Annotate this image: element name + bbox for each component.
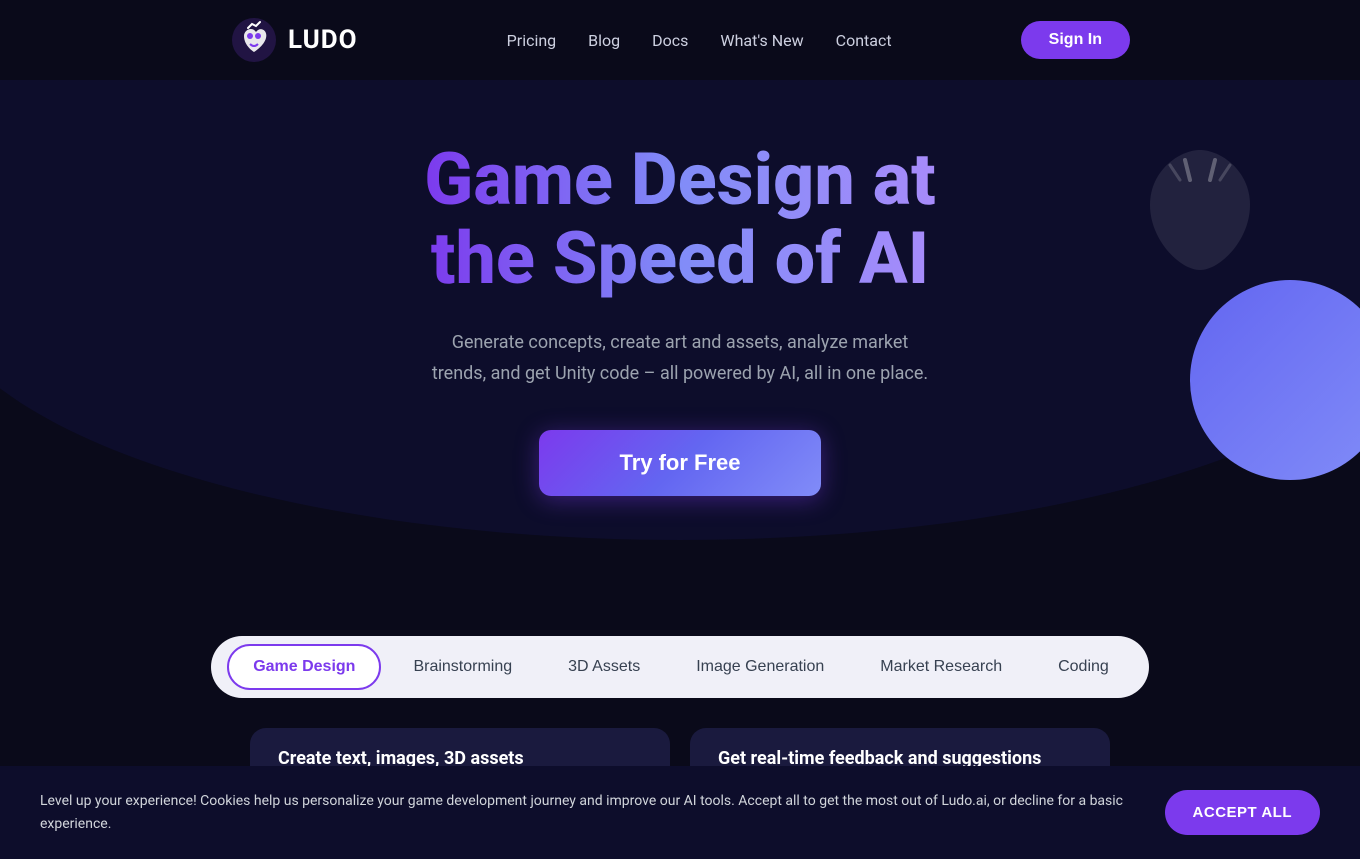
tab-image-generation[interactable]: Image Generation [672,646,848,688]
tab-game-design[interactable]: Game Design [227,644,381,690]
nav-link-contact[interactable]: Contact [836,31,892,50]
hero-subtitle: Generate concepts, create art and assets… [424,328,935,389]
hero-section: Game Design at the Speed of AI Generate … [0,80,1360,576]
nav-link-docs[interactable]: Docs [652,31,688,50]
tab-coding[interactable]: Coding [1034,646,1133,688]
tab-3d-assets[interactable]: 3D Assets [544,646,664,688]
tabs-section: Game Design Brainstorming 3D Assets Imag… [0,616,1360,698]
hero-content: Game Design at the Speed of AI Generate … [424,140,935,496]
nav-links: Pricing Blog Docs What's New Contact [418,31,981,50]
try-free-button[interactable]: Try for Free [539,430,820,496]
tabs-bar: Game Design Brainstorming 3D Assets Imag… [211,636,1149,698]
logo-icon [230,16,278,64]
cookie-text: Level up your experience! Cookies help u… [40,790,1135,835]
hero-title: Game Design at the Speed of AI [424,140,935,298]
accept-all-button[interactable]: ACCEPT ALL [1165,790,1320,835]
tab-market-research[interactable]: Market Research [856,646,1026,688]
navbar: LUDO Pricing Blog Docs What's New Contac… [0,0,1360,80]
nav-link-whats-new[interactable]: What's New [720,31,803,50]
logo-text: LUDO [288,25,358,55]
nav-link-blog[interactable]: Blog [588,31,620,50]
tab-brainstorming[interactable]: Brainstorming [389,646,536,688]
cookie-banner: Level up your experience! Cookies help u… [0,766,1360,859]
logo[interactable]: LUDO [230,16,358,64]
sign-in-button[interactable]: Sign In [1021,21,1130,59]
nav-link-pricing[interactable]: Pricing [507,31,557,50]
mascot-decoration [1140,140,1260,280]
